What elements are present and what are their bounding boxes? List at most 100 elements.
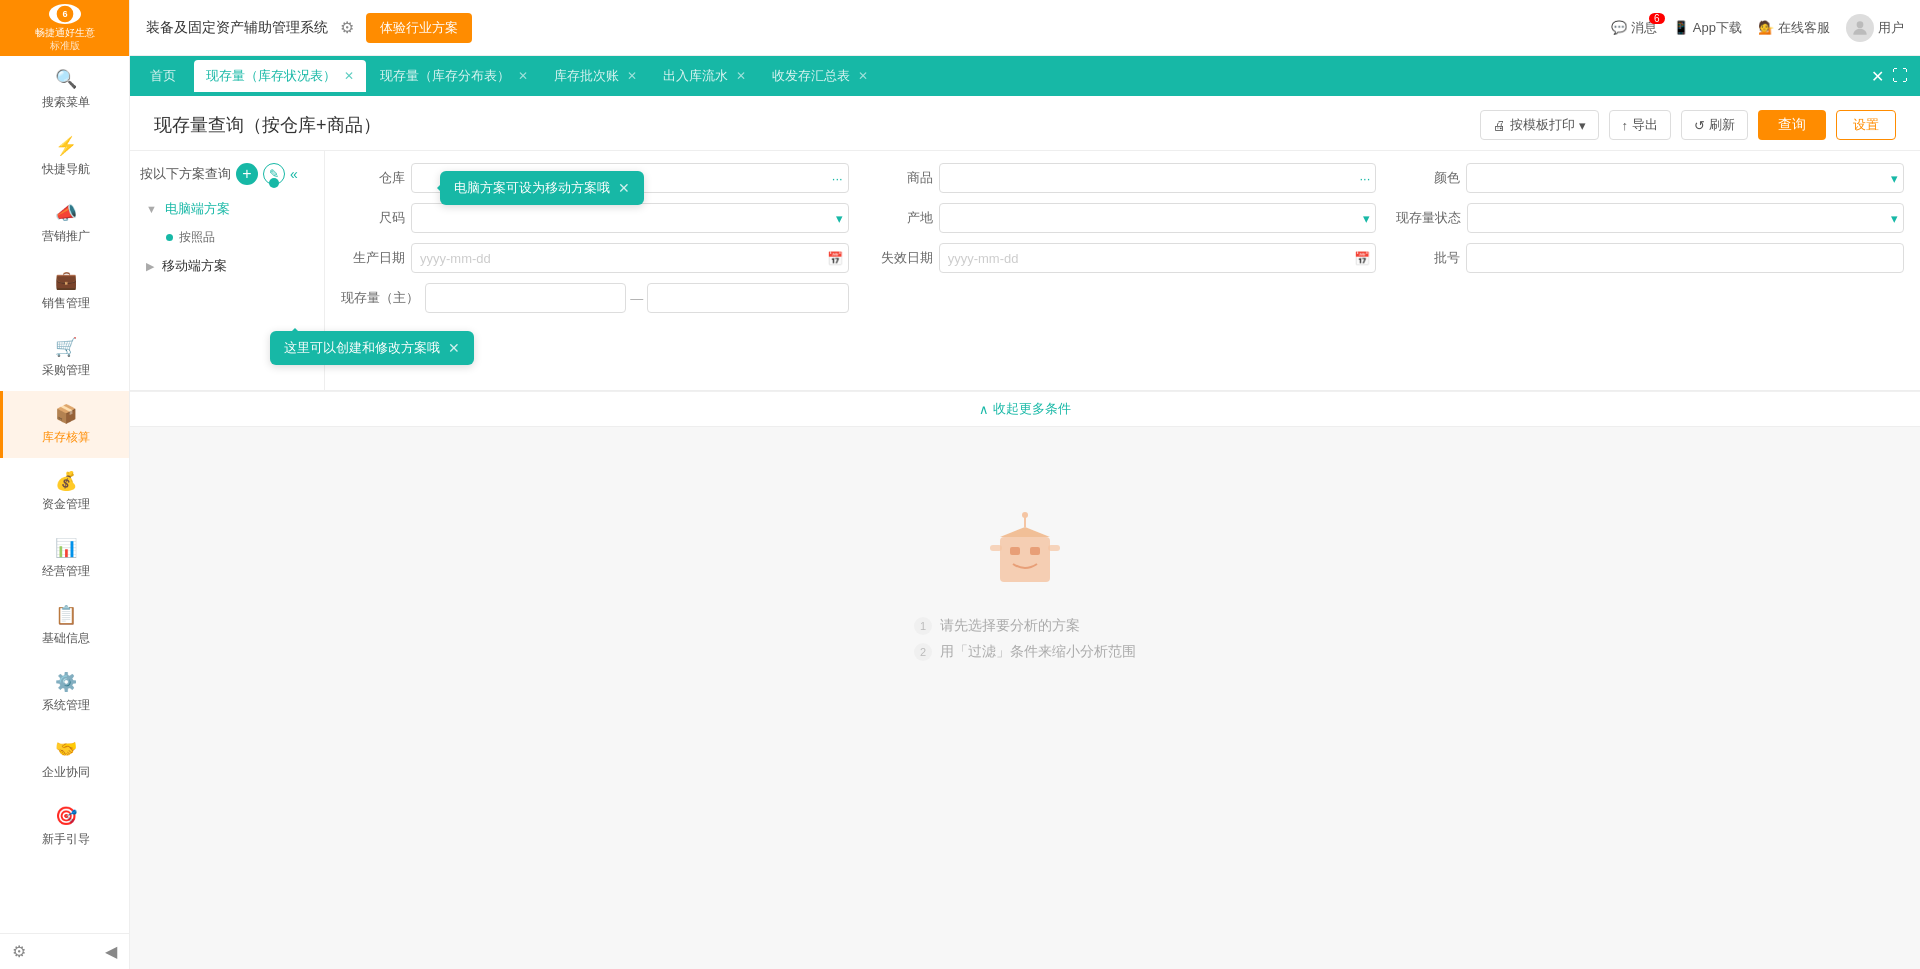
sidebar-label-sales: 销售管理 [42,295,90,312]
page-title: 现存量查询（按仓库+商品） [154,113,381,137]
refresh-icon: ↺ [1694,118,1705,133]
create-tooltip-close-btn[interactable]: ✕ [448,340,460,356]
sidebar-item-operations[interactable]: 📊 经营管理 [0,525,129,592]
empty-steps: 1 请先选择要分析的方案 2 用「过滤」条件来缩小分析范围 [914,617,1136,661]
size-select[interactable] [411,203,849,233]
field-stock-status: 现存量状态 ▾ [1396,203,1904,233]
notification-btn[interactable]: 💬 消息 6 [1611,19,1657,37]
product-input[interactable] [939,163,1377,193]
field-color: 颜色 ▾ [1396,163,1904,193]
tab-close-inventory-status[interactable]: ✕ [344,69,354,83]
header-left: 装备及固定资产辅助管理系统 ⚙ 体验行业方案 [146,13,472,43]
color-select[interactable] [1466,163,1904,193]
filter-zone: 按以下方案查询 + ✎ « ▼ 电脑端方案 [130,151,1920,391]
app-download-btn[interactable]: 📱 App下载 [1673,19,1742,37]
empty-step-1: 1 请先选择要分析的方案 [914,617,1080,635]
search-btn[interactable]: 查询 [1758,110,1826,140]
operations-icon: 📊 [55,537,77,559]
tab-home-label: 首页 [150,67,176,85]
active-dot-icon [166,234,173,241]
user-label: 用户 [1878,19,1904,37]
tab-close-collect-summary[interactable]: ✕ [858,69,868,83]
tab-bar-actions: ✕ ⛶ [1871,67,1916,86]
batch-no-input[interactable] [1466,243,1904,273]
sidebar-item-purchase[interactable]: 🛒 采购管理 [0,324,129,391]
guide-icon: 🎯 [55,805,77,827]
batch-no-label: 批号 [1396,249,1460,267]
tab-in-out-flow-label: 出入库流水 [663,67,728,85]
scheme-back-btn[interactable]: « [290,166,298,182]
enterprise-icon: 🤝 [55,738,77,760]
tab-batch-account[interactable]: 库存批次账 ✕ [542,60,649,92]
refresh-btn[interactable]: ↺ 刷新 [1681,110,1748,140]
scheme-pc[interactable]: ▼ 电脑端方案 [140,195,314,223]
tab-batch-account-label: 库存批次账 [554,67,619,85]
svg-text:6: 6 [62,9,67,19]
system-settings-btn[interactable]: ⚙ [340,18,354,37]
field-expiry-date: 失效日期 📅 [869,243,1377,273]
sidebar-item-marketing[interactable]: 📣 营销推广 [0,190,129,257]
mobile-expand-icon: ▶ [146,260,154,273]
stock-status-select[interactable] [1467,203,1904,233]
pc-tooltip: 电脑方案可设为移动方案哦 ✕ [440,171,644,205]
print-template-btn[interactable]: 🖨 按模板打印 ▾ [1480,110,1599,140]
scheme-sub-item[interactable]: 按照品 [160,225,314,250]
tab-inventory-dist-label: 现存量（库存分布表） [380,67,510,85]
export-btn[interactable]: ↑ 导出 [1609,110,1672,140]
scheme-list: ▼ 电脑端方案 按照品 ▶ 移动端方案 [140,195,314,280]
tab-in-out-flow[interactable]: 出入库流水 ✕ [651,60,758,92]
sidebar-item-finance[interactable]: 💰 资金管理 [0,458,129,525]
sidebar-label-purchase: 采购管理 [42,362,90,379]
top-header: 装备及固定资产辅助管理系统 ⚙ 体验行业方案 💬 消息 6 📱 App下载 💁 … [130,0,1920,56]
edit-scheme-btn[interactable]: ✎ [263,163,285,185]
online-support-btn[interactable]: 💁 在线客服 [1758,19,1830,37]
origin-select[interactable] [939,203,1377,233]
export-label: 导出 [1632,116,1658,134]
scheme-mobile[interactable]: ▶ 移动端方案 [140,252,314,280]
system-icon: ⚙️ [55,671,77,693]
sidebar-item-enterprise[interactable]: 🤝 企业协同 [0,726,129,793]
sidebar-item-search[interactable]: 🔍 搜索菜单 [0,56,129,123]
sidebar-item-inventory[interactable]: 📦 库存核算 [0,391,129,458]
tab-close-inventory-dist[interactable]: ✕ [518,69,528,83]
stock-main-from-input[interactable] [425,283,626,313]
sidebar-item-sales[interactable]: 💼 销售管理 [0,257,129,324]
stock-main-to-input[interactable] [647,283,848,313]
range-dash: — [630,291,643,306]
sidebar-item-basic[interactable]: 📋 基础信息 [0,592,129,659]
field-product: 商品 ··· [869,163,1377,193]
step-2-text: 用「过滤」条件来缩小分析范围 [940,643,1136,661]
sales-icon: 💼 [55,269,77,291]
tab-inventory-status[interactable]: 现存量（库存状况表） ✕ [194,60,366,92]
sidebar-label-quicknav: 快捷导航 [42,161,90,178]
production-date-input[interactable] [411,243,849,273]
tab-close-in-out-flow[interactable]: ✕ [736,69,746,83]
collapse-bar[interactable]: ∧ 收起更多条件 [130,391,1920,427]
message-icon: 💬 [1611,20,1627,35]
tab-fullscreen-btn[interactable]: ⛶ [1892,67,1908,85]
page-header: 现存量查询（按仓库+商品） 🖨 按模板打印 ▾ ↑ 导出 ↺ 刷新 查询 设置 [130,96,1920,151]
tab-close-batch-account[interactable]: ✕ [627,69,637,83]
scheme-panel-header: 按以下方案查询 + ✎ « [140,163,314,185]
print-arrow-icon: ▾ [1579,118,1586,133]
tab-inventory-dist[interactable]: 现存量（库存分布表） ✕ [368,60,540,92]
pc-expand-icon: ▼ [146,203,157,215]
sidebar-item-guide[interactable]: 🎯 新手引导 [0,793,129,860]
batch-no-input-wrap [1466,243,1904,273]
industry-btn[interactable]: 体验行业方案 [366,13,472,43]
expiry-date-input[interactable] [939,243,1377,273]
empty-illustration [975,507,1075,597]
user-area[interactable]: 用户 [1846,14,1904,42]
svg-rect-4 [1010,547,1020,555]
set-btn[interactable]: 设置 [1836,110,1896,140]
tab-close-all-btn[interactable]: ✕ [1871,67,1884,86]
settings-footer-btn[interactable]: ⚙ [12,942,26,961]
sidebar-item-quicknav[interactable]: ⚡ 快捷导航 [0,123,129,190]
tab-home[interactable]: 首页 [134,60,192,92]
add-scheme-btn[interactable]: + [236,163,258,185]
tab-collect-summary[interactable]: 收发存汇总表 ✕ [760,60,880,92]
pc-tooltip-close-btn[interactable]: ✕ [618,180,630,196]
collapse-sidebar-btn[interactable]: ◀ [105,942,117,961]
sidebar-item-system[interactable]: ⚙️ 系统管理 [0,659,129,726]
pc-scheme-label: 电脑端方案 [165,200,230,218]
